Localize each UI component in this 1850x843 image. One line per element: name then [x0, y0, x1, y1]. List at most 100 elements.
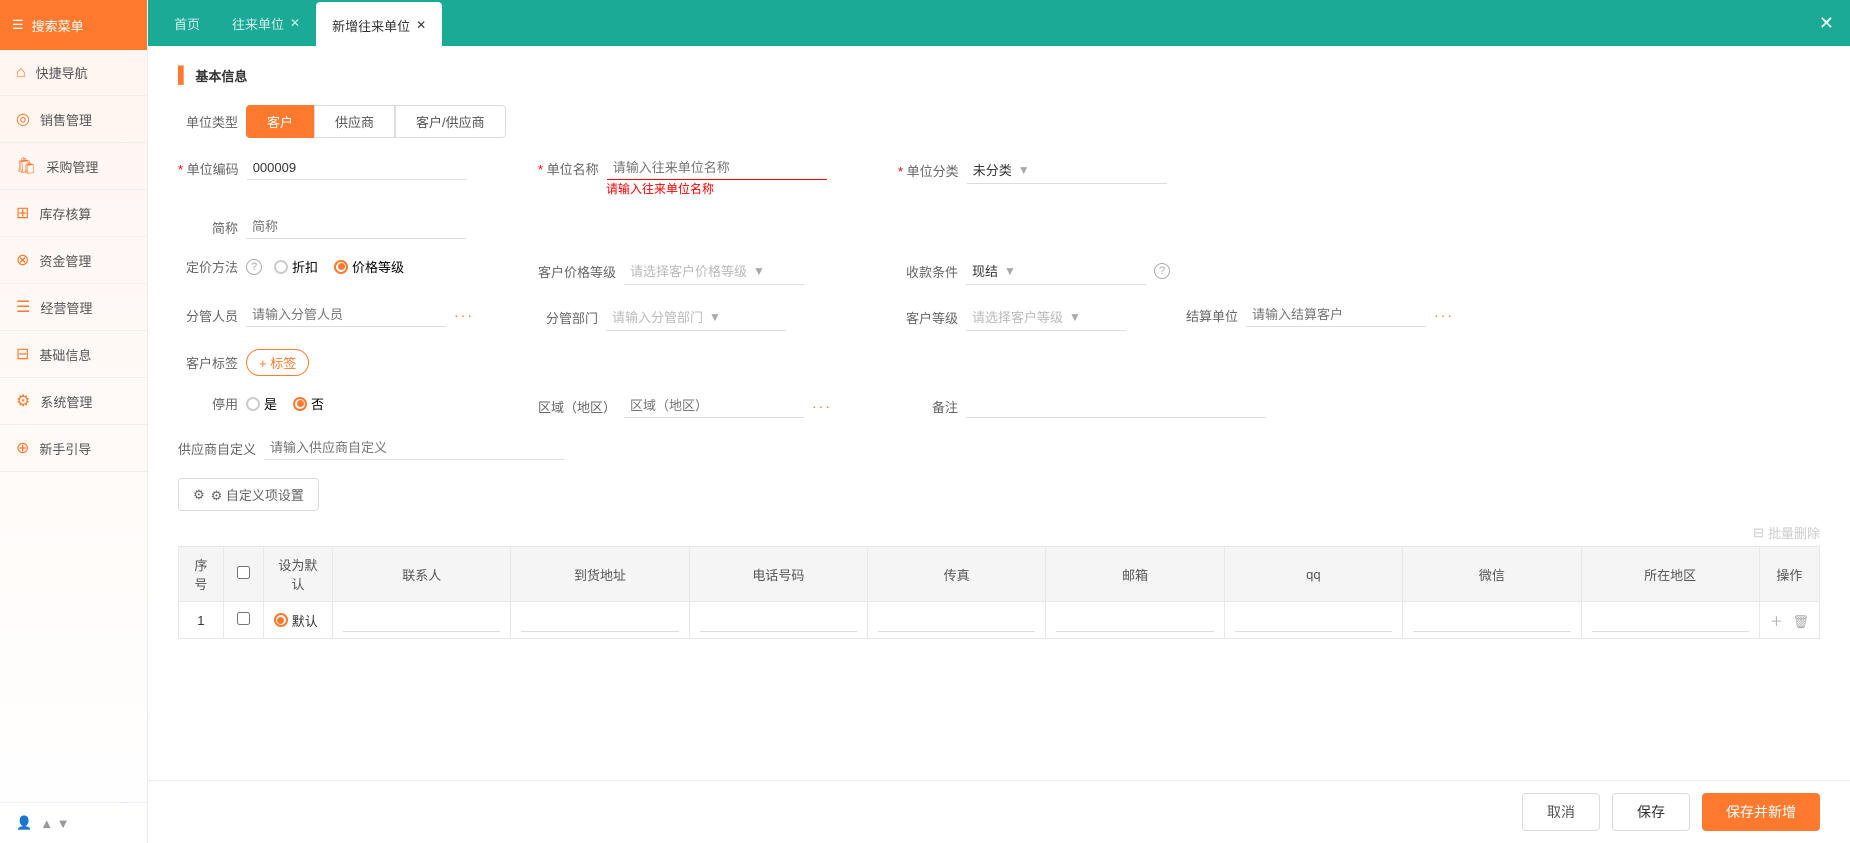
sidebar-item-inventory[interactable]: ⊞ 库存核算 [0, 190, 147, 237]
sidebar-item-beginner[interactable]: ⊕ 新手引导 [0, 425, 147, 472]
tab-partners[interactable]: 往来单位 ✕ [216, 0, 316, 46]
sidebar-search-label: 搜索菜单 [32, 16, 84, 35]
row-qq[interactable] [1224, 602, 1403, 639]
customer-price-level-group: 客户价格等级 请选择客户价格等级 ▼ [538, 257, 898, 285]
row-email-input[interactable] [1056, 608, 1213, 632]
sidebar-item-label: 系统管理 [40, 392, 92, 411]
sidebar-item-basic-info[interactable]: ⊟ 基础信息 [0, 331, 147, 378]
row-region-input[interactable] [1592, 608, 1749, 632]
row-fax[interactable] [868, 602, 1046, 639]
sidebar: ☰ 搜索菜单 ⌂ 快捷导航 ◎ 销售管理 🛍 采购管理 ⊞ 库存核算 ⊗ 资金管… [0, 0, 148, 843]
sidebar-item-label: 快捷导航 [36, 63, 88, 82]
short-name-input[interactable] [246, 215, 466, 239]
cancel-button[interactable]: 取消 [1522, 793, 1600, 831]
customer-level-placeholder: 请选择客户等级 [972, 307, 1063, 326]
unit-type-label: 单位类型 [178, 112, 238, 131]
col-phone: 电话号码 [689, 547, 867, 602]
pricing-radio-group: 折扣 价格等级 [274, 257, 404, 276]
sidebar-item-system-mgmt[interactable]: ⚙ 系统管理 [0, 378, 147, 425]
row-wechat-input[interactable] [1413, 608, 1570, 632]
row-checkbox[interactable] [223, 602, 263, 639]
settlement-unit-input[interactable] [1246, 303, 1426, 327]
row-phone[interactable] [689, 602, 867, 639]
row-select-checkbox[interactable] [237, 612, 250, 625]
row-fax-input[interactable] [878, 608, 1035, 632]
unit-category-dropdown[interactable]: 未分类 ▼ [967, 156, 1167, 184]
row-region[interactable] [1581, 602, 1759, 639]
row-contact-input[interactable] [343, 608, 500, 632]
customer-level-dropdown[interactable]: 请选择客户等级 ▼ [966, 303, 1126, 331]
sidebar-item-operations[interactable]: ☰ 经营管理 [0, 284, 147, 331]
disable-radio-no[interactable]: 否 [293, 394, 324, 413]
select-all-checkbox[interactable] [237, 566, 250, 579]
add-tag-btn[interactable]: + 标签 [246, 349, 309, 376]
department-group: 分管部门 请输入分管部门 ▼ [538, 303, 898, 331]
finance-icon: ⊗ [16, 250, 29, 270]
supplier-custom-input[interactable] [264, 436, 564, 460]
sidebar-item-purchase-mgmt[interactable]: 🛍 采购管理 [0, 143, 147, 190]
pricing-help-icon[interactable]: ? [246, 259, 262, 275]
customer-tag-group: 客户标签 + 标签 [178, 349, 309, 376]
payment-terms-group: 收款条件 现结 ▼ ? [898, 257, 1258, 285]
sidebar-item-quick-nav[interactable]: ⌂ 快捷导航 [0, 50, 147, 96]
department-dropdown[interactable]: 请输入分管部门 ▼ [606, 303, 786, 331]
manager-input[interactable] [246, 303, 446, 327]
pricing-method-group: 定价方法 ? 折扣 价格等级 [178, 257, 538, 276]
tab-partners-close[interactable]: ✕ [290, 16, 300, 30]
basic-info-icon: ⊟ [16, 344, 29, 364]
col-action: 操作 [1759, 547, 1819, 602]
payment-terms-dropdown[interactable]: 现结 ▼ [966, 257, 1146, 285]
pricing-radio-level[interactable]: 价格等级 [334, 257, 404, 276]
unit-category-label: 单位分类 [898, 161, 959, 180]
settlement-more-btn[interactable]: ··· [1434, 307, 1454, 323]
row-default-radio[interactable]: 默认 [274, 611, 322, 630]
tab-home[interactable]: 首页 [158, 0, 216, 46]
row-address-input[interactable] [521, 608, 678, 632]
payment-help-icon[interactable]: ? [1154, 263, 1170, 279]
notes-input[interactable] [966, 394, 1266, 418]
customer-price-level-dropdown[interactable]: 请选择客户价格等级 ▼ [624, 257, 804, 285]
manager-group: 分管人员 ··· [178, 303, 538, 327]
sidebar-item-sales-mgmt[interactable]: ◎ 销售管理 [0, 96, 147, 143]
pricing-level-label: 价格等级 [352, 257, 404, 276]
disable-radio-yes[interactable]: 是 [246, 394, 277, 413]
row-contact[interactable] [333, 602, 511, 639]
col-address: 到货地址 [511, 547, 689, 602]
manager-more-btn[interactable]: ··· [454, 307, 474, 323]
global-close-btn[interactable]: ✕ [1819, 13, 1834, 34]
unit-type-row: 单位类型 客户 供应商 客户/供应商 [178, 105, 1820, 138]
tab-new-partner[interactable]: 新增往来单位 ✕ [316, 2, 442, 48]
shortname-row: 简称 [178, 215, 1820, 239]
unit-code-input[interactable] [247, 156, 467, 180]
custom-settings-btn[interactable]: ⚙ ⚙ 自定义项设置 [178, 478, 319, 511]
tab-new-partner-close[interactable]: ✕ [416, 18, 426, 32]
main-content: 首页 往来单位 ✕ 新增往来单位 ✕ ✕ ▌ 基本信息 单位类型 客户 供应商 … [148, 0, 1850, 843]
save-button[interactable]: 保存 [1612, 793, 1690, 831]
unit-name-inner: 单位名称 [538, 156, 898, 180]
payment-terms-value: 现结 [972, 261, 998, 280]
sales-icon: ◎ [16, 109, 30, 129]
row-email[interactable] [1046, 602, 1224, 639]
sidebar-search[interactable]: ☰ 搜索菜单 [0, 0, 147, 50]
operations-icon: ☰ [16, 297, 30, 317]
sidebar-item-finance[interactable]: ⊗ 资金管理 [0, 237, 147, 284]
region-more-btn[interactable]: ··· [812, 398, 832, 414]
unit-name-input[interactable] [607, 156, 827, 180]
pricing-radio-discount[interactable]: 折扣 [274, 257, 318, 276]
row-add-btn[interactable]: ＋ [1770, 614, 1783, 629]
disable-group: 停用 是 否 [178, 394, 538, 413]
save-new-button[interactable]: 保存并新增 [1702, 793, 1820, 831]
row-address[interactable] [511, 602, 689, 639]
row-delete-btn[interactable]: 🗑 [1792, 614, 1809, 629]
unit-btn-both[interactable]: 客户/供应商 [395, 105, 506, 138]
col-qq: qq [1224, 547, 1403, 602]
row-qq-input[interactable] [1235, 608, 1393, 632]
unit-btn-customer[interactable]: 客户 [246, 105, 314, 138]
row-phone-input[interactable] [700, 608, 857, 632]
unit-btn-supplier[interactable]: 供应商 [314, 105, 395, 138]
chevron-down-icon-5: ▼ [1069, 310, 1081, 324]
disable-row: 停用 是 否 区域（地区） ··· [178, 394, 1820, 418]
supplier-custom-label: 供应商自定义 [178, 439, 256, 458]
region-input[interactable] [624, 394, 804, 418]
row-wechat[interactable] [1403, 602, 1581, 639]
